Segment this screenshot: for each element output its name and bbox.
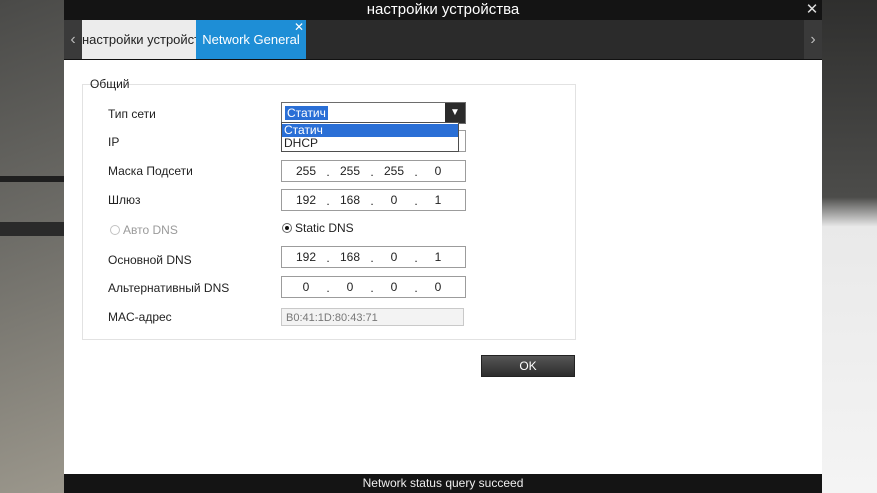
ok-button[interactable]: OK: [481, 355, 575, 377]
octet-separator: .: [370, 194, 374, 208]
mask-field[interactable]: 255 . 255 . 255 . 0: [281, 160, 466, 182]
net-type-dropdown[interactable]: Статич DHCP: [281, 122, 459, 152]
net-type-select[interactable]: Статич ▼: [281, 102, 466, 124]
mac-label: MAC-адрес: [108, 310, 172, 324]
tab-network-general[interactable]: Network General ✕: [196, 20, 306, 59]
auto-dns-radio[interactable]: [110, 225, 120, 235]
ip-octet[interactable]: 192: [288, 247, 324, 267]
octet-separator: .: [414, 194, 418, 208]
ip-octet[interactable]: 255: [288, 161, 324, 181]
tab-device-settings[interactable]: настройки устройства: [82, 20, 196, 59]
caret-down-icon[interactable]: ▼: [445, 103, 465, 123]
net-type-value: Статич: [285, 106, 328, 120]
octet-separator: .: [414, 251, 418, 265]
octet-separator: .: [414, 281, 418, 295]
ip-octet[interactable]: 192: [288, 190, 324, 210]
ip-octet[interactable]: 1: [420, 190, 456, 210]
ip-octet[interactable]: 168: [332, 190, 368, 210]
close-icon[interactable]: ✕: [294, 20, 304, 47]
ip-octet[interactable]: 1: [420, 247, 456, 267]
tab-label: Network General: [202, 32, 300, 47]
octet-separator: .: [326, 194, 330, 208]
ip-octet[interactable]: 0: [288, 277, 324, 297]
ip-octet[interactable]: 0: [420, 161, 456, 181]
static-dns-radio[interactable]: [282, 223, 292, 233]
octet-separator: .: [326, 165, 330, 179]
alt-dns-field[interactable]: 0 . 0 . 0 . 0: [281, 276, 466, 298]
ip-octet[interactable]: 0: [332, 277, 368, 297]
primary-dns-label: Основной DNS: [108, 253, 192, 267]
octet-separator: .: [414, 165, 418, 179]
status-bar: Network status query succeed: [64, 474, 822, 493]
tab-bar: ‹ настройки устройства Network General ✕…: [64, 20, 822, 60]
ip-octet[interactable]: 168: [332, 247, 368, 267]
ip-octet[interactable]: 0: [376, 247, 412, 267]
dropdown-option[interactable]: DHCP: [282, 137, 458, 150]
gateway-field[interactable]: 192 . 168 . 0 . 1: [281, 189, 466, 211]
gateway-label: Шлюз: [108, 193, 141, 207]
ip-octet[interactable]: 255: [332, 161, 368, 181]
primary-dns-field[interactable]: 192 . 168 . 0 . 1: [281, 246, 466, 268]
ip-octet[interactable]: 0: [376, 277, 412, 297]
octet-separator: .: [370, 165, 374, 179]
chevron-left-icon[interactable]: ‹: [64, 20, 82, 59]
settings-panel: Общий Тип сети Статич ▼ IP Статич DHCP М…: [64, 60, 822, 474]
net-type-label: Тип сети: [108, 107, 156, 121]
octet-separator: .: [370, 281, 374, 295]
window-title: настройки устройства: [64, 0, 822, 20]
octet-separator: .: [326, 251, 330, 265]
tab-label: настройки устройства: [82, 32, 196, 47]
chevron-right-icon[interactable]: ›: [804, 20, 822, 59]
ip-octet[interactable]: 0: [420, 277, 456, 297]
ip-octet[interactable]: 255: [376, 161, 412, 181]
ip-label: IP: [108, 135, 120, 149]
radio-dot: [285, 226, 289, 230]
alt-dns-label: Альтернативный DNS: [108, 281, 230, 295]
auto-dns-label: Авто DNS: [123, 223, 178, 237]
octet-separator: .: [370, 251, 374, 265]
static-dns-label: Static DNS: [295, 221, 354, 235]
background-scene-left: [0, 0, 64, 493]
device-settings-window: настройки устройства ✕ ‹ настройки устро…: [64, 0, 822, 493]
scene-detail: [0, 176, 64, 182]
group-title: Общий: [90, 77, 130, 91]
mac-field: B0:41:1D:80:43:71: [281, 308, 464, 326]
octet-separator: .: [326, 281, 330, 295]
scene-detail: [0, 222, 64, 236]
background-scene-right: [822, 0, 877, 493]
mask-label: Маска Подсети: [108, 164, 193, 178]
close-icon[interactable]: ✕: [802, 0, 822, 20]
ip-octet[interactable]: 0: [376, 190, 412, 210]
